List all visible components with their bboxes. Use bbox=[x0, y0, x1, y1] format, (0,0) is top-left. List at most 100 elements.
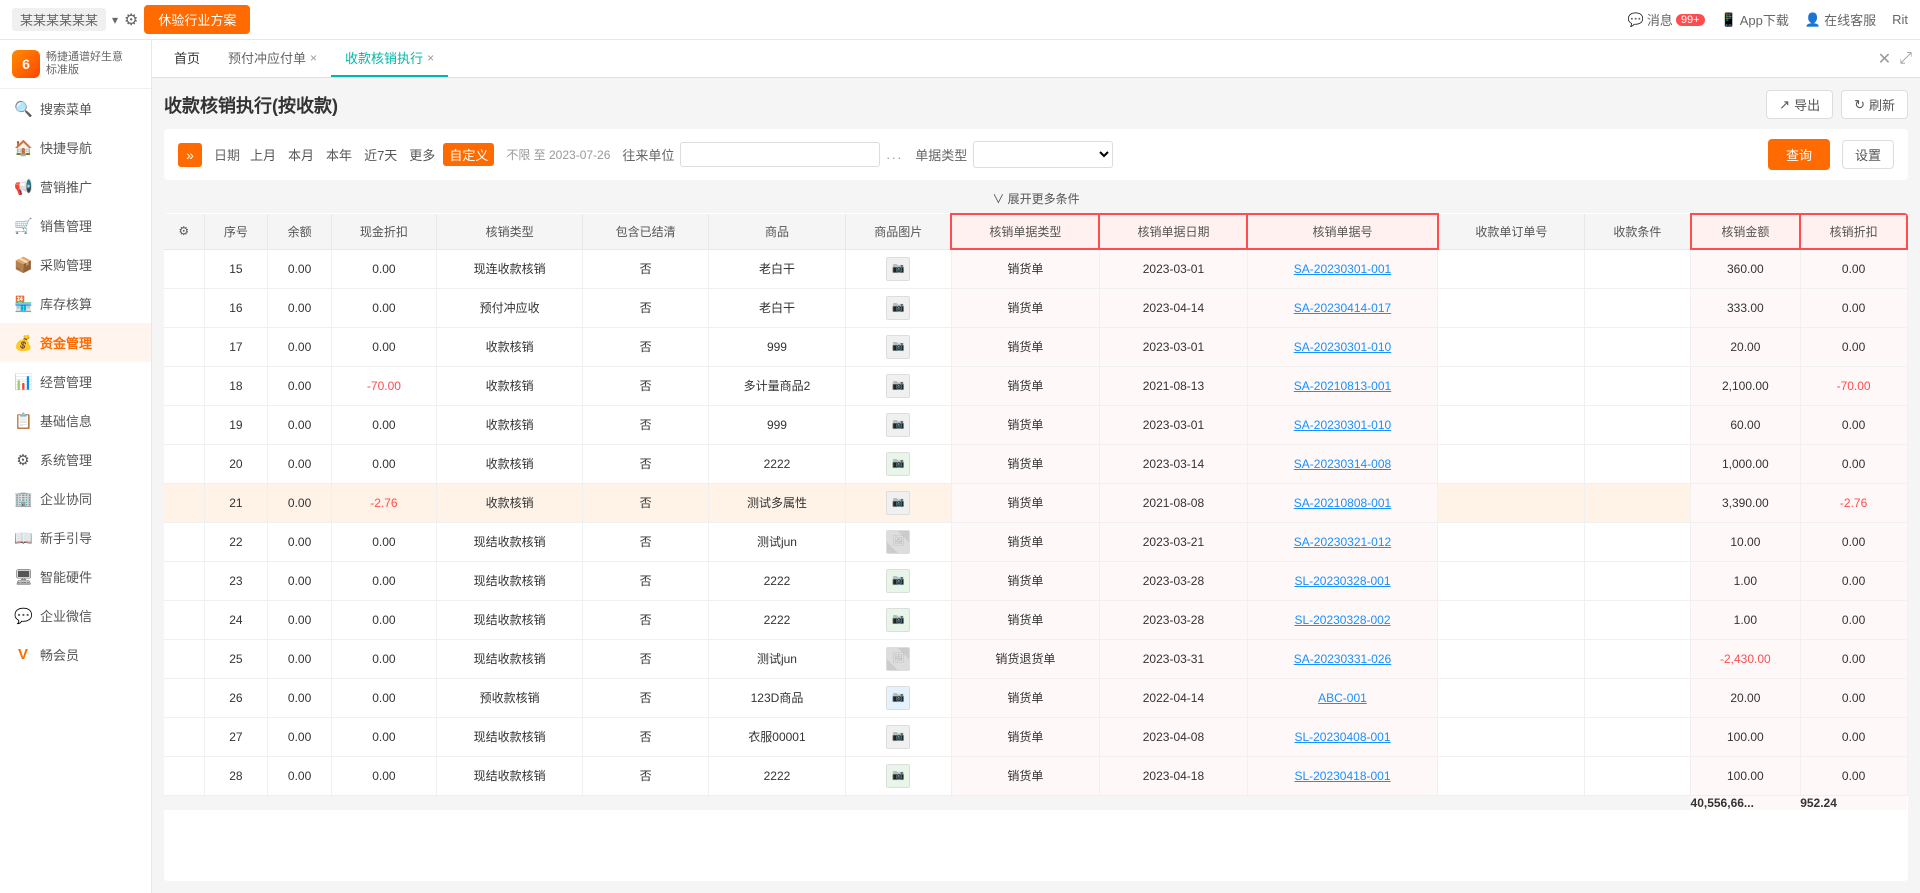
cell-verify-discount: 0.00 bbox=[1800, 444, 1907, 483]
sidebar-item-finance[interactable]: 💰 资金管理 bbox=[0, 323, 151, 362]
cell-included: 否 bbox=[583, 522, 709, 561]
date-opt-this-month[interactable]: 本月 bbox=[284, 143, 318, 166]
sidebar-item-inventory[interactable]: 🏪 库存核算 bbox=[0, 284, 151, 323]
sidebar-item-hardware[interactable]: 🖥 智能硬件 bbox=[0, 557, 151, 596]
tab-prepay[interactable]: 预付冲应付单 × bbox=[214, 40, 331, 77]
cell-bill-no[interactable]: SA-20230301-010 bbox=[1247, 327, 1437, 366]
cell-bill-date: 2023-04-18 bbox=[1099, 756, 1247, 795]
sidebar-item-search[interactable]: 🔍 搜索菜单 bbox=[0, 89, 151, 128]
cell-collection-condition bbox=[1585, 756, 1691, 795]
th-product-img: 商品图片 bbox=[846, 214, 952, 249]
cell-verify-type: 现结收款核销 bbox=[436, 639, 582, 678]
maximize-icon[interactable]: ⤢ bbox=[1899, 50, 1912, 68]
tab-collection[interactable]: 收款核销执行 × bbox=[331, 40, 448, 77]
messages-area[interactable]: 💬 消息 99+ bbox=[1628, 10, 1705, 29]
query-button[interactable]: 查询 bbox=[1768, 139, 1830, 170]
settings-icon[interactable]: ⚙ bbox=[124, 10, 138, 30]
cell-bill-no[interactable]: SA-20230321-012 bbox=[1247, 522, 1437, 561]
date-opt-last-month[interactable]: 上月 bbox=[246, 143, 280, 166]
sidebar-item-sales[interactable]: 🛒 销售管理 bbox=[0, 206, 151, 245]
filter-expand-button[interactable]: » bbox=[178, 143, 202, 167]
wechat-icon: 💬 bbox=[14, 607, 32, 625]
expand-more-bar[interactable]: ∨ 展开更多条件 bbox=[164, 190, 1908, 207]
product-image: 🖼 bbox=[886, 647, 910, 671]
company-icon: 🏢 bbox=[14, 490, 32, 508]
cell-num: 15 bbox=[204, 249, 268, 288]
date-opt-more[interactable]: 更多 bbox=[405, 143, 439, 166]
filter-settings-button[interactable]: 设置 bbox=[1842, 140, 1894, 169]
cell-verify-type: 现结收款核销 bbox=[436, 522, 582, 561]
date-opt-custom[interactable]: 自定义 bbox=[443, 143, 494, 166]
cell-num: 22 bbox=[204, 522, 268, 561]
table-footer-row: 40,556,66... 952.24 bbox=[164, 795, 1907, 810]
sidebar-label-sales: 销售管理 bbox=[40, 216, 92, 235]
table-row: 22 0.00 0.00 现结收款核销 否 测试jun 🖼 销货单 2023-0… bbox=[164, 522, 1907, 561]
sidebar-item-business[interactable]: 📊 经营管理 bbox=[0, 362, 151, 401]
cell-bill-no[interactable]: ABC-001 bbox=[1247, 678, 1437, 717]
tab-prepay-close[interactable]: × bbox=[310, 51, 317, 65]
tab-prepay-label: 预付冲应付单 bbox=[228, 48, 306, 67]
system-icon: ⚙ bbox=[14, 451, 32, 469]
sidebar-item-member[interactable]: V 畅会员 bbox=[0, 635, 151, 674]
cell-bill-no[interactable]: SA-20210813-001 bbox=[1247, 366, 1437, 405]
cell-bill-no[interactable]: SL-20230408-001 bbox=[1247, 717, 1437, 756]
sidebar-label-company: 企业协同 bbox=[40, 489, 92, 508]
table-row: 21 0.00 -2.76 收款核销 否 测试多属性 📷 销货单 2021-08… bbox=[164, 483, 1907, 522]
sidebar-label-purchase: 采购管理 bbox=[40, 255, 92, 274]
th-settings[interactable]: ⚙ bbox=[164, 214, 204, 249]
cell-bill-no[interactable]: SL-20230328-001 bbox=[1247, 561, 1437, 600]
cell-product: 2222 bbox=[708, 561, 845, 600]
dropdown-arrow-icon[interactable]: ▾ bbox=[112, 13, 118, 27]
cell-balance: 0.00 bbox=[268, 288, 332, 327]
th-cash-discount: 现金折扣 bbox=[331, 214, 436, 249]
cell-collection-condition bbox=[1585, 600, 1691, 639]
sidebar-item-system[interactable]: ⚙ 系统管理 bbox=[0, 440, 151, 479]
cell-bill-no[interactable]: SA-20230301-001 bbox=[1247, 249, 1437, 288]
sidebar-item-purchase[interactable]: 📦 采购管理 bbox=[0, 245, 151, 284]
cell-bill-no[interactable]: SL-20230328-002 bbox=[1247, 600, 1437, 639]
tab-home[interactable]: 首页 bbox=[160, 40, 214, 77]
cell-bill-date: 2023-03-01 bbox=[1099, 249, 1247, 288]
table-row: 24 0.00 0.00 现结收款核销 否 2222 📷 销货单 2023-03… bbox=[164, 600, 1907, 639]
cell-verify-discount: -70.00 bbox=[1800, 366, 1907, 405]
sidebar-item-guide[interactable]: 📖 新手引导 bbox=[0, 518, 151, 557]
user-name[interactable]: Rit bbox=[1892, 12, 1908, 27]
cell-bill-report-type: 销货单 bbox=[951, 756, 1099, 795]
sidebar-item-company[interactable]: 🏢 企业协同 bbox=[0, 479, 151, 518]
cell-bill-no[interactable]: SA-20230331-026 bbox=[1247, 639, 1437, 678]
close-tab-icon[interactable]: ✕ bbox=[1878, 49, 1891, 69]
cell-num: 18 bbox=[204, 366, 268, 405]
cell-bill-no[interactable]: SA-20210808-001 bbox=[1247, 483, 1437, 522]
page-content: 收款核销执行(按收款) ↗ 导出 ↻ 刷新 » 日期 bbox=[152, 78, 1920, 893]
online-service-area[interactable]: 👤 在线客服 bbox=[1805, 10, 1876, 29]
cell-collection-order bbox=[1438, 483, 1585, 522]
cell-bill-no[interactable]: SA-20230414-017 bbox=[1247, 288, 1437, 327]
app-download-area[interactable]: 📱 App下载 bbox=[1721, 10, 1789, 29]
cell-num: 21 bbox=[204, 483, 268, 522]
cell-included: 否 bbox=[583, 561, 709, 600]
cell-bill-no[interactable]: SA-20230301-010 bbox=[1247, 405, 1437, 444]
tab-collection-close[interactable]: × bbox=[427, 51, 434, 65]
cell-settings bbox=[164, 288, 204, 327]
sidebar-item-base-info[interactable]: 📋 基础信息 bbox=[0, 401, 151, 440]
cell-product-img: 📷 bbox=[846, 366, 952, 405]
cell-verify-amount: 100.00 bbox=[1691, 756, 1801, 795]
solution-button[interactable]: 休验行业方案 bbox=[144, 5, 250, 34]
cell-bill-no[interactable]: SA-20230314-008 bbox=[1247, 444, 1437, 483]
cell-bill-date: 2023-03-28 bbox=[1099, 561, 1247, 600]
refresh-button[interactable]: ↻ 刷新 bbox=[1841, 90, 1908, 119]
party-input[interactable] bbox=[680, 142, 880, 167]
date-opt-this-year[interactable]: 本年 bbox=[322, 143, 356, 166]
export-icon: ↗ bbox=[1779, 97, 1790, 113]
refresh-label: 刷新 bbox=[1869, 95, 1895, 114]
bill-type-select[interactable] bbox=[973, 141, 1113, 168]
cell-bill-date: 2023-03-21 bbox=[1099, 522, 1247, 561]
cell-product: 多计量商品2 bbox=[708, 366, 845, 405]
date-opt-7days[interactable]: 近7天 bbox=[360, 143, 401, 166]
cell-bill-no[interactable]: SL-20230418-001 bbox=[1247, 756, 1437, 795]
export-button[interactable]: ↗ 导出 bbox=[1766, 90, 1833, 119]
sidebar-item-quick-nav[interactable]: 🏠 快捷导航 bbox=[0, 128, 151, 167]
sidebar-item-wechat[interactable]: 💬 企业微信 bbox=[0, 596, 151, 635]
sidebar-item-marketing[interactable]: 📢 营销推广 bbox=[0, 167, 151, 206]
cell-bill-report-type: 销货单 bbox=[951, 483, 1099, 522]
